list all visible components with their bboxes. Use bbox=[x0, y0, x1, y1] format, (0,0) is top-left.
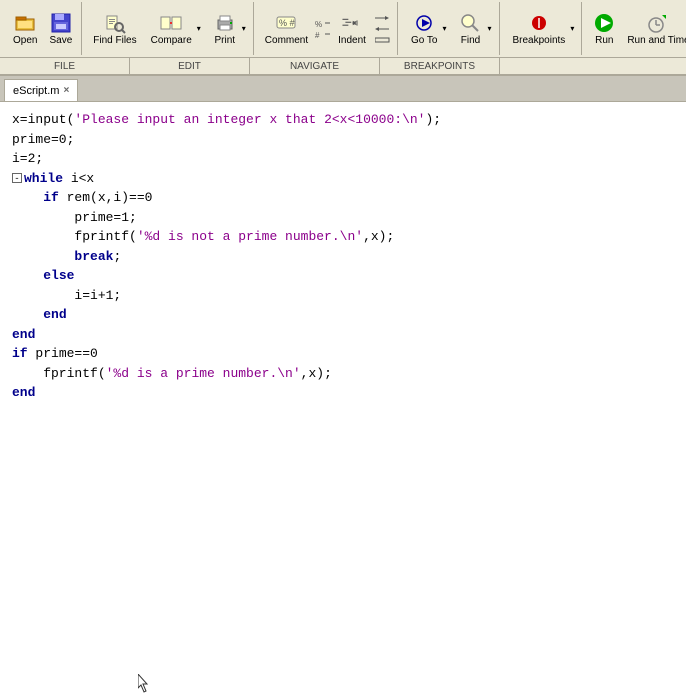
open-button[interactable]: Open bbox=[8, 5, 42, 53]
section-edit: EDIT bbox=[130, 58, 250, 74]
code-line-8: break; bbox=[12, 247, 674, 267]
breakpoints-label: Breakpoints bbox=[513, 35, 566, 46]
section-breakpoints: BREAKPOINTS bbox=[380, 58, 500, 74]
breakpoints-dropdown-arrow: ▾ bbox=[570, 24, 574, 33]
breakpoints-button[interactable]: Breakpoints ▾ bbox=[506, 5, 578, 53]
find-files-button[interactable]: Find Files bbox=[88, 5, 141, 53]
block-marker-while[interactable]: - bbox=[12, 173, 22, 183]
run-and-time-button[interactable]: Run and Time bbox=[622, 5, 686, 53]
run-group: Run Run and Time bbox=[584, 2, 686, 55]
indent-label: Indent bbox=[338, 35, 366, 46]
save-icon bbox=[50, 12, 72, 34]
find-dropdown-arrow: ▾ bbox=[487, 24, 491, 33]
code-line-7: fprintf('%d is not a prime number.\n',x)… bbox=[12, 227, 674, 247]
run-icon bbox=[593, 12, 615, 34]
section-navigate: NAVIGATE bbox=[250, 58, 380, 74]
edit-group: % # Comment % # Indent bbox=[256, 2, 398, 55]
compare-button[interactable]: Compare ▾ bbox=[144, 5, 204, 53]
code-line-15: end bbox=[12, 383, 674, 403]
find-button[interactable]: Find ▾ bbox=[451, 5, 494, 53]
open-icon bbox=[14, 12, 36, 34]
run-label: Run bbox=[595, 35, 613, 46]
svg-text:% #: % # bbox=[279, 18, 295, 28]
compare-dropdown-arrow: ▾ bbox=[197, 24, 201, 33]
indent-icon bbox=[341, 12, 363, 34]
breakpoints-inner: Breakpoints bbox=[509, 10, 570, 48]
print-dropdown-arrow: ▾ bbox=[242, 24, 246, 33]
code-line-9: else bbox=[12, 266, 674, 286]
print-inner: Print bbox=[209, 10, 241, 48]
compare-icon bbox=[160, 12, 182, 34]
code-line-5: if rem(x,i)==0 bbox=[12, 188, 674, 208]
tab-close-button[interactable]: × bbox=[63, 85, 69, 96]
code-line-4: -while i<x bbox=[12, 169, 674, 189]
compare-label: Compare bbox=[151, 35, 192, 46]
file-group-1: Open Save bbox=[4, 2, 82, 55]
goto-inner: Go To bbox=[407, 10, 442, 48]
file-group-2: Find Files Compare ▾ bbox=[84, 2, 254, 55]
code-line-14: fprintf('%d is a prime number.\n',x); bbox=[12, 364, 674, 384]
section-labels: FILE EDIT NAVIGATE BREAKPOINTS bbox=[0, 58, 686, 76]
run-and-time-label: Run and Time bbox=[627, 35, 686, 46]
comment-icons: % # bbox=[315, 18, 331, 39]
indent-icons bbox=[375, 13, 393, 45]
comment-button[interactable]: % # Comment bbox=[260, 5, 313, 53]
find-inner: Find bbox=[454, 10, 486, 48]
run-and-time-icon bbox=[647, 12, 669, 34]
code-line-2: prime=0; bbox=[12, 130, 674, 150]
code-line-10: i=i+1; bbox=[12, 286, 674, 306]
code-line-11: end bbox=[12, 305, 674, 325]
mouse-cursor bbox=[138, 674, 150, 694]
tab-bar: eScript.m × bbox=[0, 76, 686, 102]
print-icon bbox=[214, 12, 236, 34]
run-button[interactable]: Run bbox=[588, 5, 620, 53]
tab-escript[interactable]: eScript.m × bbox=[4, 79, 78, 101]
goto-dropdown-arrow: ▾ bbox=[442, 24, 446, 33]
open-label: Open bbox=[13, 35, 37, 46]
find-label: Find bbox=[461, 35, 480, 46]
code-line-1: x=input('Please input an integer x that … bbox=[12, 110, 674, 130]
print-label: Print bbox=[215, 35, 236, 46]
breakpoints-icon bbox=[528, 12, 550, 34]
code-line-13: if prime==0 bbox=[12, 344, 674, 364]
find-files-icon bbox=[104, 12, 126, 34]
tab-name: eScript.m bbox=[13, 85, 59, 97]
navigate-group: Go To ▾ Find ▾ bbox=[400, 2, 500, 55]
code-editor[interactable]: x=input('Please input an integer x that … bbox=[0, 102, 686, 700]
comment-icon: % # bbox=[275, 12, 297, 34]
save-button[interactable]: Save bbox=[44, 5, 77, 53]
section-file: FILE bbox=[0, 58, 130, 74]
breakpoints-group: Breakpoints ▾ bbox=[502, 2, 583, 55]
goto-button[interactable]: Go To ▾ bbox=[404, 5, 450, 53]
code-line-12: end bbox=[12, 325, 674, 345]
goto-icon bbox=[413, 12, 435, 34]
svg-text:%: % bbox=[315, 20, 322, 28]
find-files-label: Find Files bbox=[93, 35, 136, 46]
compare-inner: Compare bbox=[147, 10, 196, 48]
code-line-3: i=2; bbox=[12, 149, 674, 169]
svg-text:#: # bbox=[315, 31, 320, 39]
goto-label: Go To bbox=[411, 35, 438, 46]
comment-label: Comment bbox=[265, 35, 308, 46]
indent-button[interactable]: Indent bbox=[333, 5, 371, 53]
find-icon bbox=[459, 12, 481, 34]
toolbar: Open Save bbox=[0, 0, 686, 58]
save-label: Save bbox=[49, 35, 72, 46]
code-line-6: prime=1; bbox=[12, 208, 674, 228]
print-button[interactable]: Print ▾ bbox=[206, 5, 249, 53]
